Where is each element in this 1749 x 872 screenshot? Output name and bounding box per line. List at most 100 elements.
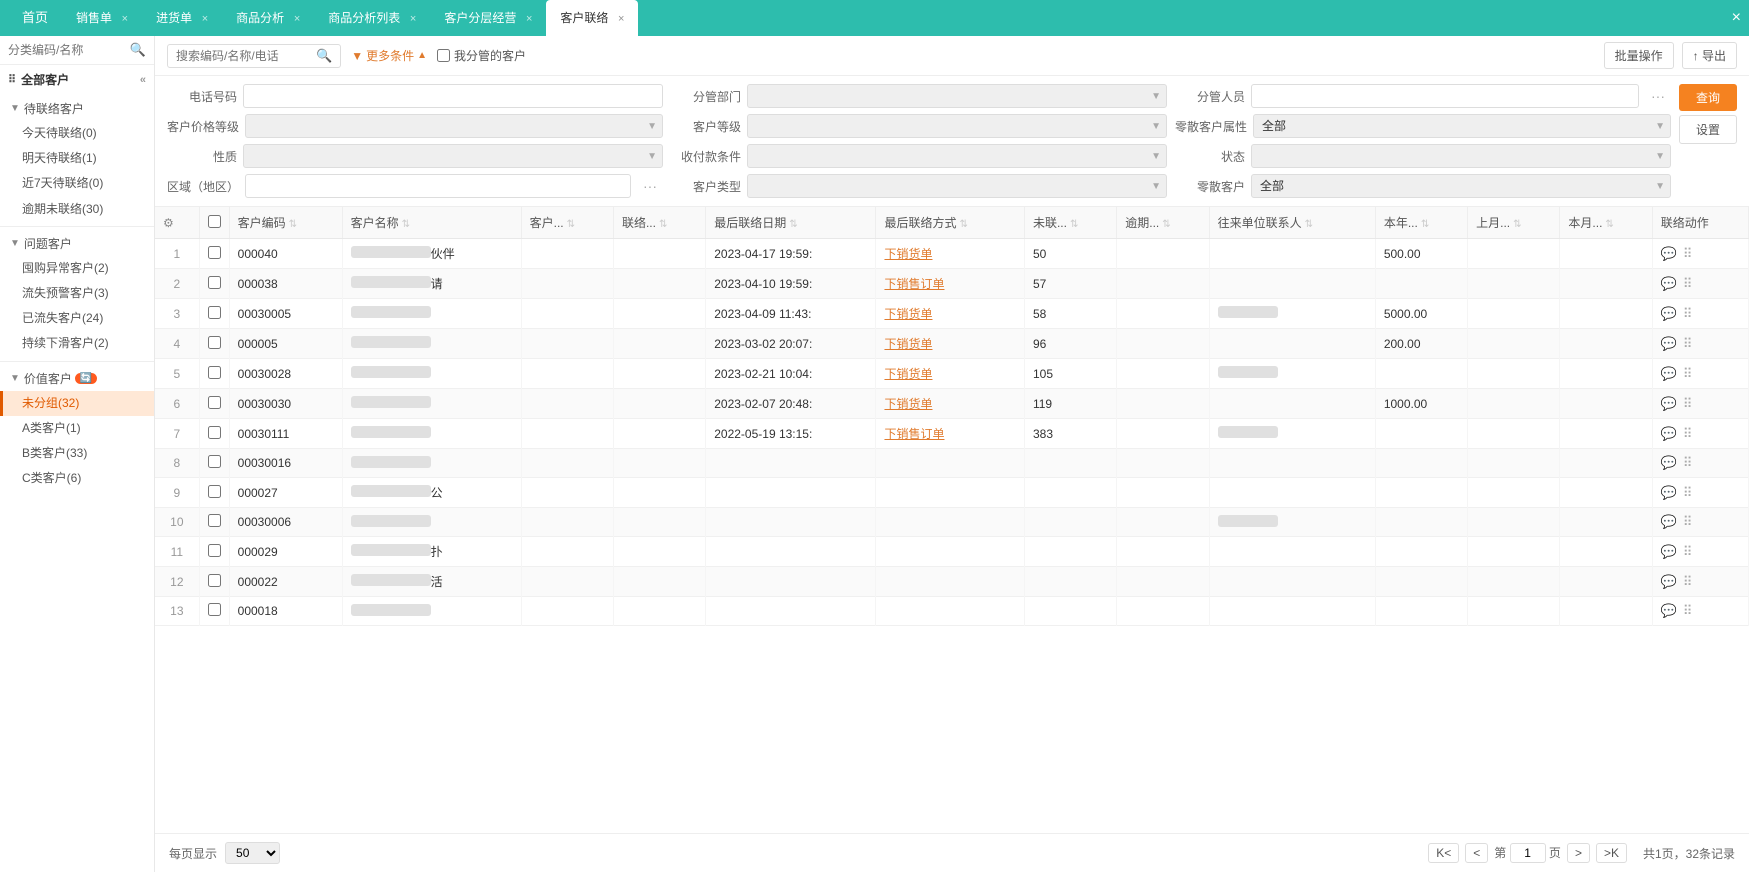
last-contact-method[interactable]: 下销货单 bbox=[876, 239, 1025, 269]
row-checkbox[interactable] bbox=[208, 603, 221, 616]
all-customers-header[interactable]: ⠿ 全部客户 « bbox=[0, 65, 154, 94]
per-page-select[interactable]: 20 50 100 bbox=[225, 842, 280, 864]
close-all-icon[interactable]: × bbox=[1732, 9, 1741, 27]
value-customers-title[interactable]: ▼ 价值客户 🔄 bbox=[0, 366, 154, 391]
prev-page-button[interactable]: < bbox=[1465, 843, 1488, 863]
row-checkbox[interactable] bbox=[208, 246, 221, 259]
row-checkbox[interactable] bbox=[208, 574, 221, 587]
more-action-icon[interactable]: ⠿ bbox=[1683, 366, 1693, 382]
price-level-select[interactable] bbox=[245, 114, 663, 138]
select-all-checkbox[interactable] bbox=[208, 215, 221, 228]
sidebar-item-overdue[interactable]: 逾期未联络(30) bbox=[0, 197, 154, 222]
row-checkbox[interactable] bbox=[208, 514, 221, 527]
person-more-icon[interactable]: ··· bbox=[1645, 88, 1671, 104]
last-contact-method[interactable] bbox=[876, 597, 1025, 626]
problem-customers-title[interactable]: ▼ 问题客户 bbox=[0, 231, 154, 256]
tab-customer-contact[interactable]: 客户联络 × bbox=[546, 0, 638, 36]
tab-home[interactable]: 首页 bbox=[8, 0, 62, 36]
retail-attr-select[interactable]: 全部 bbox=[1253, 114, 1671, 138]
row-checkbox[interactable] bbox=[208, 485, 221, 498]
table-container[interactable]: ⚙ 客户编码⇅ 客户名称⇅ 客户...⇅ 联络...⇅ 最后联络日期⇅ 最后联络… bbox=[155, 207, 1749, 833]
message-action-icon[interactable]: 💬 bbox=[1661, 246, 1677, 262]
row-checkbox[interactable] bbox=[208, 366, 221, 379]
sidebar-search-icon[interactable]: 🔍 bbox=[130, 42, 146, 58]
more-action-icon[interactable]: ⠿ bbox=[1683, 603, 1693, 619]
sidebar-item-lost[interactable]: 已流失客户(24) bbox=[0, 306, 154, 331]
batch-op-button[interactable]: 批量操作 bbox=[1604, 42, 1674, 69]
message-action-icon[interactable]: 💬 bbox=[1661, 544, 1677, 560]
status-select[interactable] bbox=[1251, 144, 1671, 168]
close-customer-contact-icon[interactable]: × bbox=[618, 13, 624, 25]
sidebar-item-class-a[interactable]: A类客户(1) bbox=[0, 416, 154, 441]
last-contact-method[interactable]: 下销货单 bbox=[876, 389, 1025, 419]
last-contact-method[interactable]: 下销货单 bbox=[876, 359, 1025, 389]
more-action-icon[interactable]: ⠿ bbox=[1683, 514, 1693, 530]
row-checkbox[interactable] bbox=[208, 336, 221, 349]
query-button[interactable]: 查询 bbox=[1679, 84, 1737, 111]
settings-icon[interactable]: ⚙ bbox=[163, 216, 174, 230]
message-action-icon[interactable]: 💬 bbox=[1661, 514, 1677, 530]
collapse-icon[interactable]: « bbox=[140, 74, 146, 86]
tab-purchase[interactable]: 进货单 × bbox=[142, 0, 222, 36]
next-page-button[interactable]: > bbox=[1567, 843, 1590, 863]
more-action-icon[interactable]: ⠿ bbox=[1683, 306, 1693, 322]
tab-product-analysis[interactable]: 商品分析 × bbox=[222, 0, 314, 36]
last-contact-method[interactable] bbox=[876, 478, 1025, 508]
sidebar-item-today[interactable]: 今天待联络(0) bbox=[0, 121, 154, 146]
last-contact-method[interactable] bbox=[876, 508, 1025, 537]
last-contact-method[interactable] bbox=[876, 567, 1025, 597]
tab-sales[interactable]: 销售单 × bbox=[62, 0, 142, 36]
more-action-icon[interactable]: ⠿ bbox=[1683, 574, 1693, 590]
reset-button[interactable]: 设置 bbox=[1679, 115, 1737, 144]
message-action-icon[interactable]: 💬 bbox=[1661, 396, 1677, 412]
close-product-analysis-icon[interactable]: × bbox=[294, 13, 300, 25]
phone-input[interactable] bbox=[243, 84, 663, 108]
main-search-icon[interactable]: 🔍 bbox=[316, 48, 332, 64]
message-action-icon[interactable]: 💬 bbox=[1661, 336, 1677, 352]
page-input[interactable] bbox=[1510, 843, 1546, 863]
row-checkbox[interactable] bbox=[208, 306, 221, 319]
more-action-icon[interactable]: ⠿ bbox=[1683, 396, 1693, 412]
last-contact-method[interactable]: 下销货单 bbox=[876, 329, 1025, 359]
main-search-input[interactable] bbox=[176, 49, 316, 63]
more-action-icon[interactable]: ⠿ bbox=[1683, 336, 1693, 352]
message-action-icon[interactable]: 💬 bbox=[1661, 426, 1677, 442]
more-action-icon[interactable]: ⠿ bbox=[1683, 455, 1693, 471]
sidebar-item-tomorrow[interactable]: 明天待联络(1) bbox=[0, 146, 154, 171]
nature-select[interactable] bbox=[243, 144, 663, 168]
close-customer-tier-icon[interactable]: × bbox=[526, 13, 532, 25]
sidebar-item-class-c[interactable]: C类客户(6) bbox=[0, 466, 154, 491]
payment-select[interactable] bbox=[747, 144, 1167, 168]
close-product-list-icon[interactable]: × bbox=[410, 13, 416, 25]
message-action-icon[interactable]: 💬 bbox=[1661, 485, 1677, 501]
message-action-icon[interactable]: 💬 bbox=[1661, 276, 1677, 292]
export-button[interactable]: ↑ 导出 bbox=[1682, 42, 1737, 69]
more-action-icon[interactable]: ⠿ bbox=[1683, 246, 1693, 262]
sidebar-search-input[interactable] bbox=[8, 43, 130, 57]
dept-select[interactable] bbox=[747, 84, 1167, 108]
message-action-icon[interactable]: 💬 bbox=[1661, 574, 1677, 590]
my-customers-checkbox[interactable] bbox=[437, 49, 450, 62]
close-purchase-icon[interactable]: × bbox=[202, 13, 208, 25]
more-action-icon[interactable]: ⠿ bbox=[1683, 426, 1693, 442]
customer-type-select[interactable] bbox=[747, 174, 1167, 198]
row-checkbox[interactable] bbox=[208, 426, 221, 439]
message-action-icon[interactable]: 💬 bbox=[1661, 455, 1677, 471]
more-conditions-btn[interactable]: ▼ 更多条件 ▲ bbox=[351, 47, 427, 64]
close-sales-icon[interactable]: × bbox=[122, 13, 128, 25]
last-contact-method[interactable]: 下销售订单 bbox=[876, 419, 1025, 449]
row-checkbox[interactable] bbox=[208, 455, 221, 468]
first-page-button[interactable]: K< bbox=[1428, 843, 1459, 863]
pending-contact-title[interactable]: ▼ 待联络客户 bbox=[0, 96, 154, 121]
more-action-icon[interactable]: ⠿ bbox=[1683, 544, 1693, 560]
row-checkbox[interactable] bbox=[208, 276, 221, 289]
tab-customer-tier[interactable]: 客户分层经营 × bbox=[430, 0, 546, 36]
sidebar-item-class-b[interactable]: B类客户(33) bbox=[0, 441, 154, 466]
retail-customer-select[interactable]: 全部 bbox=[1251, 174, 1671, 198]
more-action-icon[interactable]: ⠿ bbox=[1683, 276, 1693, 292]
row-checkbox[interactable] bbox=[208, 396, 221, 409]
sidebar-item-churn-warn[interactable]: 流失预警客户(3) bbox=[0, 281, 154, 306]
last-contact-method[interactable]: 下销售订单 bbox=[876, 269, 1025, 299]
row-checkbox[interactable] bbox=[208, 544, 221, 557]
last-contact-method[interactable] bbox=[876, 537, 1025, 567]
